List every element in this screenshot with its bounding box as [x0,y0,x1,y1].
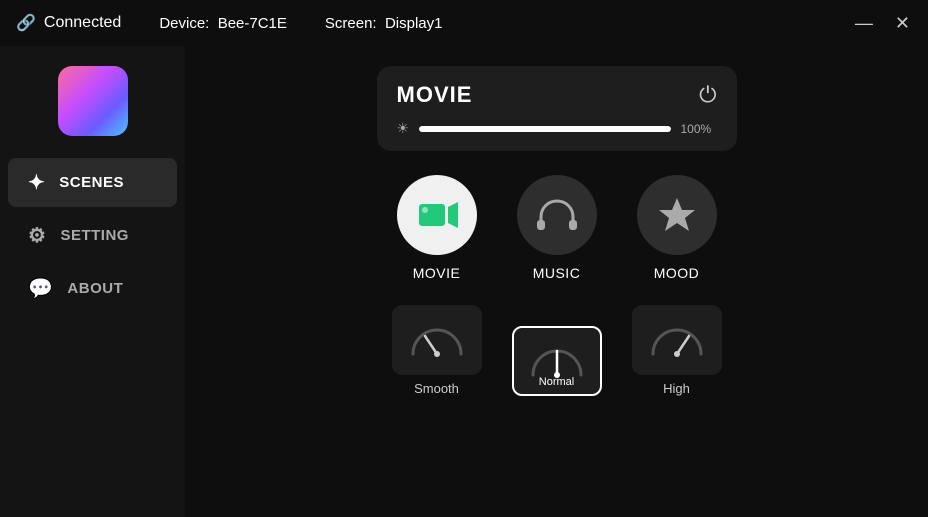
brightness-bar [419,126,670,132]
movie-icon [415,193,459,237]
speed-item-normal[interactable]: Normal [512,326,602,396]
brightness-bar-container [419,126,670,132]
music-icon [535,193,579,237]
app-logo [58,66,128,136]
normal-label-inner: Normal [539,376,574,388]
scenes-icon: ✦ [28,170,45,195]
main-layout: ✦ SCENES ⚙ SETTING 💬 ABOUT MOVIE ⏻ ☀ 100… [0,46,928,517]
smooth-label: Smooth [414,381,459,396]
scenes-label: SCENES [59,174,124,191]
normal-gauge-box: Normal [512,326,602,396]
music-icon-circle [517,175,597,255]
smooth-gauge-svg [409,322,465,358]
close-button[interactable]: ✕ [889,12,916,34]
sidebar-item-setting[interactable]: ⚙ SETTING [8,211,177,260]
movie-card-header: MOVIE ⏻ [397,82,717,108]
scene-item-music[interactable]: MUSIC [517,175,597,281]
setting-label: SETTING [60,227,129,244]
speed-item-high[interactable]: High [632,305,722,396]
mood-icon [655,193,699,237]
high-gauge-svg [649,322,705,358]
link-icon: 🔗 [16,13,36,33]
minimize-button[interactable]: — [849,12,879,34]
window-controls: — ✕ [849,12,916,34]
movie-scene-label: MOVIE [413,265,461,281]
sidebar-item-about[interactable]: 💬 ABOUT [8,264,177,313]
speed-row: Smooth Normal [392,305,722,396]
brightness-icon: ☀ [397,120,410,137]
sidebar-item-scenes[interactable]: ✦ SCENES [8,158,177,207]
title-bar: 🔗 Connected Device: Bee-7C1E Screen: Dis… [0,0,928,46]
scene-item-movie[interactable]: MOVIE [397,175,477,281]
about-icon: 💬 [28,276,53,301]
movie-card: MOVIE ⏻ ☀ 100% [377,66,737,151]
normal-gauge-svg [529,343,585,379]
about-label: ABOUT [67,280,123,297]
high-label: High [663,381,690,396]
connection-info: 🔗 Connected [16,13,121,33]
power-button[interactable]: ⏻ [699,84,716,106]
speed-item-smooth[interactable]: Smooth [392,305,482,396]
brightness-row: ☀ 100% [397,120,717,137]
scene-item-mood[interactable]: MOOD [637,175,717,281]
title-bar-left: 🔗 Connected Device: Bee-7C1E Screen: Dis… [16,13,442,33]
setting-icon: ⚙ [28,223,46,248]
device-info: Device: Bee-7C1E [159,15,287,32]
brightness-pct: 100% [681,122,717,136]
content-area: MOVIE ⏻ ☀ 100% [185,46,928,517]
screen-info: Screen: Display1 [325,15,443,32]
music-scene-label: MUSIC [533,265,581,281]
scene-row: MOVIE MUSIC [397,175,717,281]
sidebar: ✦ SCENES ⚙ SETTING 💬 ABOUT [0,46,185,517]
high-gauge-box [632,305,722,375]
connected-label: Connected [44,14,121,32]
mood-icon-circle [637,175,717,255]
mood-scene-label: MOOD [654,265,700,281]
movie-icon-circle [397,175,477,255]
smooth-gauge-box [392,305,482,375]
movie-card-title: MOVIE [397,82,473,108]
